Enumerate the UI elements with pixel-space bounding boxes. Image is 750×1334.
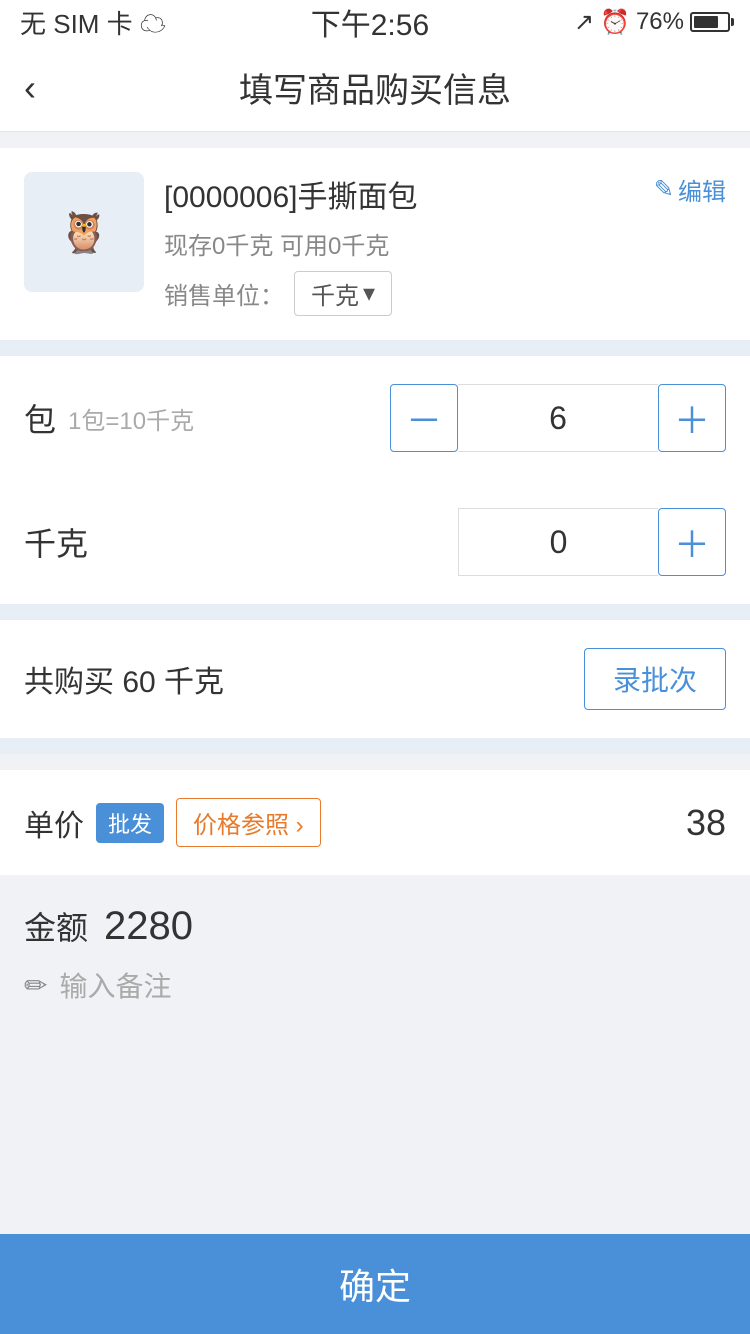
product-stock: 现存0千克 可用0千克 (164, 226, 726, 261)
summary-section: 共购买 60 千克 录批次 (0, 620, 750, 738)
status-time: 下午2:56 (311, 0, 429, 44)
confirm-button[interactable]: 确定 (0, 1234, 750, 1334)
kg-label: 千克 (24, 519, 88, 565)
edit-button[interactable]: ✎ 编辑 (654, 172, 726, 207)
product-info: [0000006]手撕面包 现存0千克 可用0千克 销售单位： 千克 ▾ (164, 172, 726, 316)
edit-label: 编辑 (678, 172, 726, 207)
package-label: 包 1包=10千克 (24, 395, 194, 441)
price-label-group: 单价 批发 价格参照 › (24, 798, 321, 847)
package-minus-button[interactable]: － (390, 384, 458, 452)
remark-row[interactable]: ✏ 输入备注 (24, 965, 726, 1005)
amount-section: 金额 2280 ✏ 输入备注 (0, 875, 750, 1021)
package-label-text: 包 (24, 395, 56, 441)
nav-bar: ‹ 填写商品购买信息 (0, 44, 750, 132)
back-button[interactable]: ‹ (24, 67, 36, 109)
kg-input-row: 千克 ＋ (24, 480, 726, 604)
battery-icon (690, 12, 730, 32)
package-input-row: 包 1包=10千克 － ＋ (24, 356, 726, 480)
status-right: ↗ ⏰ 76% (574, 8, 730, 37)
pencil-icon: ✏ (24, 969, 47, 1002)
package-plus-button[interactable]: ＋ (658, 384, 726, 452)
package-input[interactable] (458, 384, 658, 452)
package-hint: 1包=10千克 (68, 401, 194, 436)
kg-input[interactable] (458, 508, 658, 576)
unit-select[interactable]: 千克 ▾ (294, 271, 392, 316)
amount-row: 金额 2280 (24, 903, 726, 949)
kg-label-text: 千克 (24, 519, 88, 565)
section-divider-1 (0, 340, 750, 356)
product-image: 🦉 (24, 172, 144, 292)
unit-value: 千克 (311, 276, 359, 311)
battery-text: 76% (636, 8, 684, 36)
kg-plus-button[interactable]: ＋ (658, 508, 726, 576)
alarm-icon: ⏰ (600, 8, 630, 37)
remark-placeholder: 输入备注 (59, 965, 171, 1005)
signal-text: 无 SIM 卡 ☁ (20, 4, 166, 41)
edit-icon: ✎ (654, 175, 674, 204)
product-card: 🦉 [0000006]手撕面包 现存0千克 可用0千克 销售单位： 千克 ▾ ✎… (0, 148, 750, 340)
page-title: 填写商品购买信息 (239, 63, 511, 112)
package-input-section: 包 1包=10千克 － ＋ (0, 356, 750, 480)
price-type-badge: 批发 (96, 803, 164, 843)
section-divider-3 (0, 738, 750, 754)
package-controls: － ＋ (390, 384, 726, 452)
price-ref-button[interactable]: 价格参照 › (176, 798, 321, 847)
summary-text: 共购买 60 千克 (24, 657, 224, 701)
status-left: 无 SIM 卡 ☁ (20, 4, 166, 41)
kg-controls: ＋ (458, 508, 726, 576)
status-bar: 无 SIM 卡 ☁ 下午2:56 ↗ ⏰ 76% (0, 0, 750, 44)
unit-label: 销售单位： (164, 276, 284, 311)
product-thumbnail: 🦉 (59, 209, 109, 256)
price-section: 单价 批发 价格参照 › 38 (0, 770, 750, 875)
batch-button[interactable]: 录批次 (584, 648, 726, 710)
unit-chevron-icon: ▾ (363, 279, 375, 308)
price-value: 38 (686, 802, 726, 844)
location-icon: ↗ (574, 8, 594, 37)
price-label: 单价 (24, 801, 84, 845)
product-unit-row: 销售单位： 千克 ▾ (164, 271, 726, 316)
kg-input-section: 千克 ＋ (0, 480, 750, 604)
amount-label: 金额 (24, 903, 88, 949)
product-name: [0000006]手撕面包 (164, 172, 726, 216)
section-divider-2 (0, 604, 750, 620)
amount-value: 2280 (104, 904, 193, 949)
